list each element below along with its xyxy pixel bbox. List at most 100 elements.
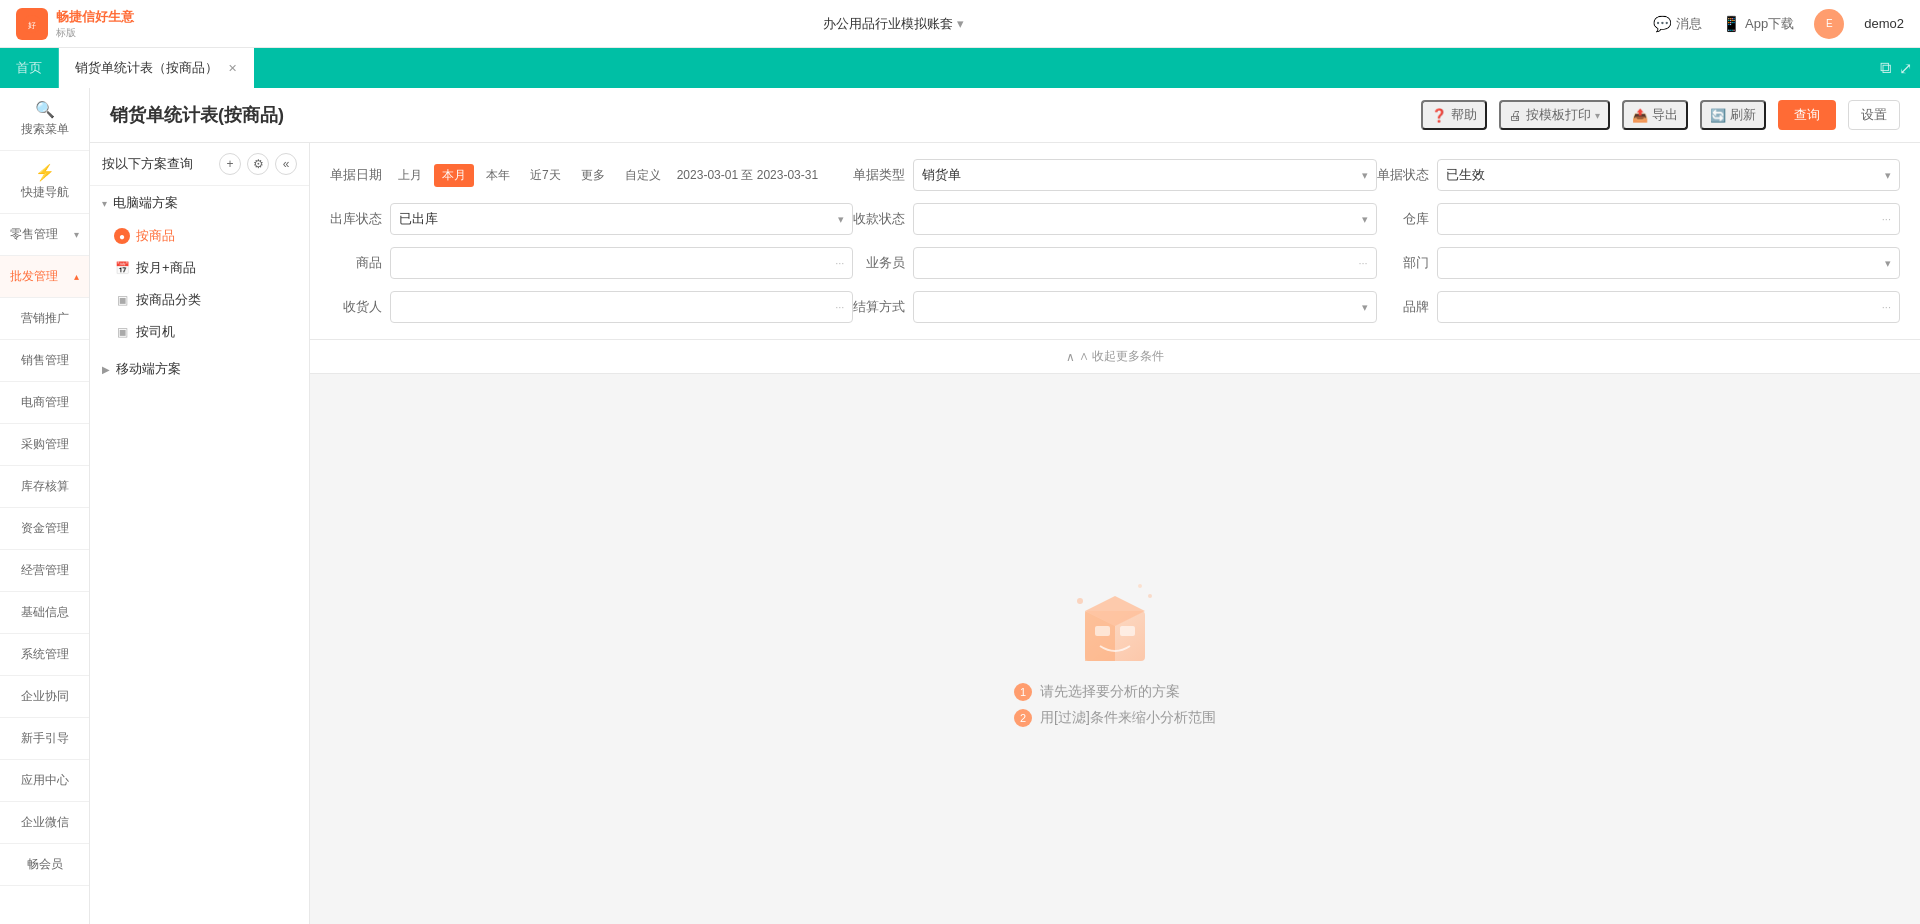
settings-button[interactable]: 设置: [1848, 100, 1900, 130]
sidebar-item-finance[interactable]: 资金管理: [0, 508, 89, 550]
sidebar-item-member[interactable]: 畅会员: [0, 844, 89, 886]
doc-status-select[interactable]: 已生效 ▾: [1437, 159, 1900, 191]
refresh-button[interactable]: 🔄 刷新: [1700, 100, 1766, 130]
message-button[interactable]: 💬 消息: [1653, 15, 1702, 33]
receiver-select[interactable]: ···: [390, 291, 853, 323]
tab-restore-icon[interactable]: ⧉: [1880, 59, 1891, 77]
staff-select[interactable]: ···: [913, 247, 1376, 279]
sidebar-item-sales[interactable]: 销售管理: [0, 340, 89, 382]
user-avatar[interactable]: E: [1814, 9, 1844, 39]
filter-group-date: 单据日期 上月 本月 本年 近7天 更多 自定义 20: [330, 164, 853, 187]
receiver-dots-icon: ···: [835, 301, 844, 313]
payment-status-select[interactable]: ▾: [913, 203, 1376, 235]
sidebar-item-search-menu[interactable]: 🔍 搜索菜单: [0, 88, 89, 151]
date-tab-this-year[interactable]: 本年: [478, 164, 518, 187]
app-selector[interactable]: 办公用品行业模拟账套 ▾: [815, 11, 972, 37]
product-select[interactable]: ···: [390, 247, 853, 279]
date-tab-7days[interactable]: 近7天: [522, 164, 569, 187]
sidebar-item-enterprise[interactable]: 企业协同: [0, 676, 89, 718]
hint-2-num: 2: [1014, 709, 1032, 727]
tree-item-by-category[interactable]: ▣ 按商品分类: [90, 284, 309, 316]
svg-rect-6: [1120, 626, 1135, 636]
collapse-bar[interactable]: ∧ ∧ 收起更多条件: [310, 340, 1920, 374]
filter-group-payment-status: 收款状态 ▾: [853, 203, 1376, 235]
left-panel: 按以下方案查询 + ⚙ « ▾ 电脑端方案 ● 按商品: [90, 143, 310, 924]
filter-group-receiver: 收货人 ···: [330, 291, 853, 323]
panel-header-actions: + ⚙ «: [219, 153, 297, 175]
filter-group-out-status: 出库状态 已出库 ▾: [330, 203, 853, 235]
filter-row-2: 出库状态 已出库 ▾ 收款状态 ▾: [330, 203, 1900, 235]
payment-status-label: 收款状态: [853, 210, 913, 228]
tree-expand-icon: ▾: [102, 198, 107, 209]
query-button[interactable]: 查询: [1778, 100, 1836, 130]
out-status-label: 出库状态: [330, 210, 390, 228]
app-download-button[interactable]: 📱 App下载: [1722, 15, 1794, 33]
sidebar-item-purchase[interactable]: 采购管理: [0, 424, 89, 466]
date-tab-custom[interactable]: 自定义: [617, 164, 669, 187]
help-icon: ❓: [1431, 108, 1447, 123]
payment-status-arrow-icon: ▾: [1362, 213, 1368, 226]
date-tab-last-month[interactable]: 上月: [390, 164, 430, 187]
panel-settings-button[interactable]: ⚙: [247, 153, 269, 175]
filter-group-brand: 品牌 ···: [1377, 291, 1900, 323]
print-button[interactable]: 🖨 按模板打印 ▾: [1499, 100, 1610, 130]
department-select[interactable]: ▾: [1437, 247, 1900, 279]
date-tab-more[interactable]: 更多: [573, 164, 613, 187]
doc-type-select[interactable]: 销货单 ▾: [913, 159, 1376, 191]
warehouse-select[interactable]: ···: [1437, 203, 1900, 235]
brand-select[interactable]: ···: [1437, 291, 1900, 323]
doc-type-label: 单据类型: [853, 166, 913, 184]
hint-1-text: 请先选择要分析的方案: [1040, 683, 1180, 701]
tab-sales-stats[interactable]: 销货单统计表（按商品） ✕: [59, 48, 254, 88]
main-layout: 🔍 搜索菜单 ⚡ 快捷导航 零售管理 ▾ 批发管理 ▴ 营销推广 销售管理 电商…: [0, 88, 1920, 924]
out-status-arrow-icon: ▾: [838, 213, 844, 226]
tree-item-by-month-product[interactable]: 📅 按月+商品: [90, 252, 309, 284]
sidebar-item-marketing[interactable]: 营销推广: [0, 298, 89, 340]
sidebar-item-inventory[interactable]: 库存核算: [0, 466, 89, 508]
sidebar: 🔍 搜索菜单 ⚡ 快捷导航 零售管理 ▾ 批发管理 ▴ 营销推广 销售管理 电商…: [0, 88, 90, 924]
panel-add-button[interactable]: +: [219, 153, 241, 175]
panel-collapse-button[interactable]: «: [275, 153, 297, 175]
warehouse-dots-icon: ···: [1882, 213, 1891, 225]
settlement-select[interactable]: ▾: [913, 291, 1376, 323]
sidebar-item-quick-nav[interactable]: ⚡ 快捷导航: [0, 151, 89, 214]
header-right: 💬 消息 📱 App下载 E demo2: [1653, 9, 1904, 39]
tree-section-pc: ▾ 电脑端方案: [90, 186, 309, 220]
tab-bar-actions: ⧉ ⤢: [1872, 48, 1920, 88]
sidebar-item-app-center[interactable]: 应用中心: [0, 760, 89, 802]
selector-arrow-icon: ▾: [957, 16, 964, 31]
sidebar-item-operations[interactable]: 经营管理: [0, 550, 89, 592]
quick-nav-icon: ⚡: [8, 163, 81, 182]
product-label: 商品: [330, 254, 390, 272]
page-actions: ❓ 帮助 🖨 按模板打印 ▾ 📤 导出 🔄 刷新 查询: [1421, 100, 1900, 142]
hint-1-num: 1: [1014, 683, 1032, 701]
print-icon: 🖨: [1509, 108, 1522, 123]
tab-close-icon[interactable]: ✕: [228, 62, 237, 75]
sidebar-item-wechat[interactable]: 企业微信: [0, 802, 89, 844]
sidebar-item-guide[interactable]: 新手引导: [0, 718, 89, 760]
svg-text:好: 好: [28, 21, 36, 30]
staff-label: 业务员: [853, 254, 913, 272]
date-tab-this-month[interactable]: 本月: [434, 164, 474, 187]
tree-mobile-expand-icon: ▶: [102, 364, 110, 375]
sidebar-item-ecommerce[interactable]: 电商管理: [0, 382, 89, 424]
tab-expand-icon[interactable]: ⤢: [1899, 59, 1912, 78]
download-icon: 📱: [1722, 15, 1741, 33]
sidebar-item-wholesale[interactable]: 批发管理 ▴: [0, 256, 89, 298]
sidebar-item-retail[interactable]: 零售管理 ▾: [0, 214, 89, 256]
export-button[interactable]: 📤 导出: [1622, 100, 1688, 130]
out-status-select[interactable]: 已出库 ▾: [390, 203, 853, 235]
collapse-label: ∧ 收起更多条件: [1079, 348, 1164, 365]
svg-point-8: [1148, 594, 1152, 598]
doc-status-arrow-icon: ▾: [1885, 169, 1891, 182]
svg-rect-5: [1095, 626, 1110, 636]
filter-area: 单据日期 上月 本月 本年 近7天 更多 自定义 20: [310, 143, 1920, 340]
search-menu-icon: 🔍: [8, 100, 81, 119]
brand-dots-icon: ···: [1882, 301, 1891, 313]
tree-item-by-product[interactable]: ● 按商品: [90, 220, 309, 252]
sidebar-item-system[interactable]: 系统管理: [0, 634, 89, 676]
help-button[interactable]: ❓ 帮助: [1421, 100, 1487, 130]
sidebar-item-basic-info[interactable]: 基础信息: [0, 592, 89, 634]
tab-home[interactable]: 首页: [0, 48, 59, 88]
tree-item-by-register[interactable]: ▣ 按司机: [90, 316, 309, 348]
